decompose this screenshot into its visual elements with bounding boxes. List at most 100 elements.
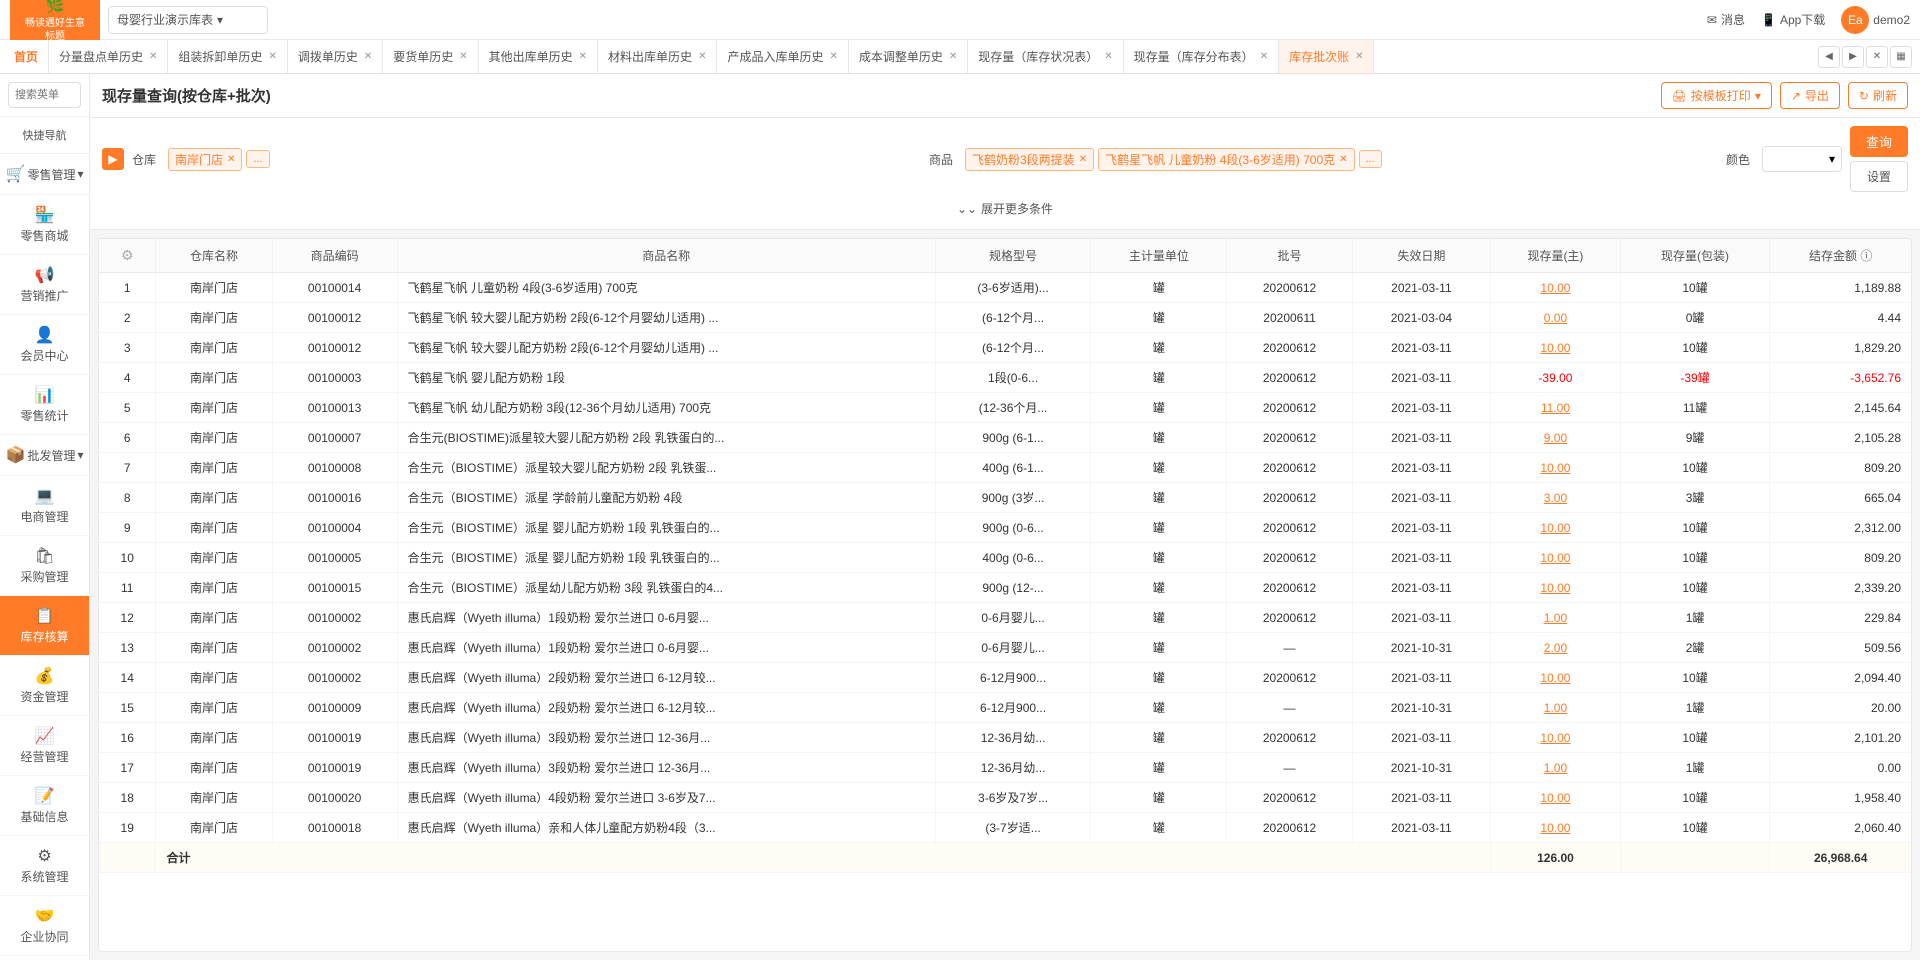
company-selector[interactable]: 母婴行业演示库表 ▾ [108,6,268,34]
stock-link[interactable]: 10.00 [1540,821,1570,835]
tab-close-diaob[interactable]: ✕ [364,51,372,62]
sidebar-item-零售商城[interactable]: 🏪 零售商城 [0,195,89,255]
row-name: 惠氏启辉（Wyeth illuma）4段奶粉 爱尔兰进口 3-6岁及7... [397,783,935,813]
sidebar-arrow-0: ▾ [77,167,83,181]
tab-xiancun1[interactable]: 现存量（库存状况表） ✕ [968,40,1123,74]
sidebar-item-新手引导[interactable]: 🎯 新手引导 [0,956,89,960]
search-input[interactable] [8,82,81,108]
tab-yaohuo[interactable]: 要货单历史 ✕ [383,40,478,74]
product-tag-2-remove[interactable]: ✕ [1339,154,1347,165]
sidebar-label-8: 库存核算 [20,628,68,645]
row-unit: 罐 [1091,603,1227,633]
tab-close-qitachu[interactable]: ✕ [579,51,587,62]
stock-link[interactable]: 10.00 [1540,581,1570,595]
stock-link[interactable]: 0.00 [1544,311,1567,325]
stock-link[interactable]: 10.00 [1540,551,1570,565]
row-no: 2 [99,303,156,333]
top-right-area: ✉ 消息 📱 App下载 Ea demo2 [1707,6,1910,34]
stock-link[interactable]: 10.00 [1540,671,1570,685]
row-stock-main: -39.00 [1491,363,1621,393]
stock-link[interactable]: 10.00 [1540,791,1570,805]
tab-kucun-pici[interactable]: 库存批次账 ✕ [1279,40,1374,74]
sidebar-item-会员中心[interactable]: 👤 会员中心 [0,315,89,375]
row-stock-pkg: 10罐 [1620,513,1770,543]
quick-nav-item[interactable]: 快捷导航 [0,121,89,149]
col-settings[interactable]: ⚙ [99,239,156,273]
row-amount: 665.04 [1770,483,1911,513]
tab-chengpin[interactable]: 产成品入库单历史 ✕ [717,40,848,74]
tab-prev-btn[interactable]: ◀ [1818,46,1840,68]
tab-close-chengpin[interactable]: ✕ [829,51,837,62]
app-download-link[interactable]: 📱 App下载 [1761,11,1825,28]
tab-chengben[interactable]: 成本调整单历史 ✕ [849,40,968,74]
stock-link[interactable]: 9.00 [1544,431,1567,445]
sidebar-item-批发管理[interactable]: 📦 批发管理 ▾ [0,435,89,476]
tab-close-cailiaochu[interactable]: ✕ [698,51,706,62]
color-dropdown[interactable]: ▾ [1762,146,1842,172]
warehouse-dots[interactable]: ... [246,150,269,168]
stock-link[interactable]: 10.00 [1540,281,1570,295]
product-tag-1-remove[interactable]: ✕ [1079,154,1087,165]
tab-xiancun2[interactable]: 现存量（库存分布表） ✕ [1124,40,1279,74]
tab-menu-btn[interactable]: ▦ [1890,46,1912,68]
sidebar-item-营销推广[interactable]: 📢 营销推广 [0,255,89,315]
tab-next-btn[interactable]: ▶ [1842,46,1864,68]
row-code: 00100016 [272,483,397,513]
tab-close-fenliang[interactable]: ✕ [149,51,157,62]
row-no: 5 [99,393,156,423]
stock-link[interactable]: 1.00 [1544,761,1567,775]
tab-qitachu[interactable]: 其他出库单历史 ✕ [479,40,598,74]
tab-close-all-btn[interactable]: ✕ [1866,46,1888,68]
tab-close-chengben[interactable]: ✕ [949,51,957,62]
tab-zuzhuang[interactable]: 组装拆卸单历史 ✕ [168,40,287,74]
tab-close-xiancun1[interactable]: ✕ [1104,51,1112,62]
tab-close-xiancun2[interactable]: ✕ [1260,51,1268,62]
sidebar-item-资金管理[interactable]: 💰 资金管理 [0,656,89,716]
stock-link[interactable]: 3.00 [1544,491,1567,505]
table-settings-icon[interactable]: ⚙ [121,247,134,263]
refresh-btn[interactable]: ↻ 刷新 [1848,82,1908,109]
sidebar-item-电商管理[interactable]: 💻 电商管理 [0,476,89,536]
warehouse-tag-remove[interactable]: ✕ [227,154,235,165]
stock-link[interactable]: 10.00 [1540,461,1570,475]
sidebar-item-库存核算[interactable]: 📋 库存核算 [0,596,89,656]
tab-home[interactable]: 首页 [4,40,49,74]
stock-link[interactable]: 10.00 [1540,341,1570,355]
row-expire: 2021-03-11 [1352,453,1491,483]
stock-link[interactable]: 11.00 [1541,401,1570,415]
tab-cailiaochu[interactable]: 材料出库单历史 ✕ [598,40,717,74]
stock-link[interactable]: 10.00 [1540,521,1570,535]
stock-link[interactable]: 10.00 [1540,731,1570,745]
sidebar-icon-8: 📋 [35,606,55,626]
row-batch: 20200612 [1227,813,1352,843]
stock-link[interactable]: 1.00 [1544,701,1567,715]
sidebar-item-经营管理[interactable]: 📈 经营管理 [0,716,89,776]
sidebar-item-零售统计[interactable]: 📊 零售统计 [0,375,89,435]
table-row: 1 南岸门店 00100014 飞鹤星飞帆 儿童奶粉 4段(3-6岁适用) 70… [99,273,1911,303]
message-link[interactable]: ✉ 消息 [1707,11,1745,28]
print-btn[interactable]: 🖨 按模板打印 ▾ [1661,82,1772,109]
query-btn[interactable]: 查询 [1850,126,1908,157]
sidebar-item-企业协同[interactable]: 🤝 企业协同 [0,896,89,956]
sidebar-item-采购管理[interactable]: 🛍 采购管理 [0,536,89,596]
product-more-dots[interactable]: ... [1359,150,1382,168]
stock-link[interactable]: 2.00 [1544,641,1567,655]
tab-diaob[interactable]: 调拨单历史 ✕ [288,40,383,74]
expand-more-btn[interactable]: ⌄⌄ 展开更多条件 [102,196,1908,221]
tab-close-zuzhuang[interactable]: ✕ [268,51,276,62]
export-btn[interactable]: ↗ 导出 [1780,82,1840,109]
sidebar-item-零售管理[interactable]: 🛒 零售管理 ▾ [0,154,89,195]
settings-btn[interactable]: 设置 [1850,161,1908,192]
sidebar-item-基础信息[interactable]: 📝 基础信息 [0,776,89,836]
sidebar-item-系统管理[interactable]: ⚙ 系统管理 [0,836,89,896]
row-unit: 罐 [1091,273,1227,303]
filter-expand-btn[interactable]: ▶ [102,148,124,170]
tab-close-yaohuo[interactable]: ✕ [459,51,467,62]
row-unit: 罐 [1091,423,1227,453]
stock-link[interactable]: 1.00 [1544,611,1567,625]
tab-close-kucun-pici[interactable]: ✕ [1355,51,1363,62]
tab-fenliang[interactable]: 分量盘点单历史 ✕ [49,40,168,74]
user-area[interactable]: Ea demo2 [1841,6,1910,34]
row-expire: 2021-03-11 [1352,813,1491,843]
row-spec: (12-36个月... [935,393,1090,423]
